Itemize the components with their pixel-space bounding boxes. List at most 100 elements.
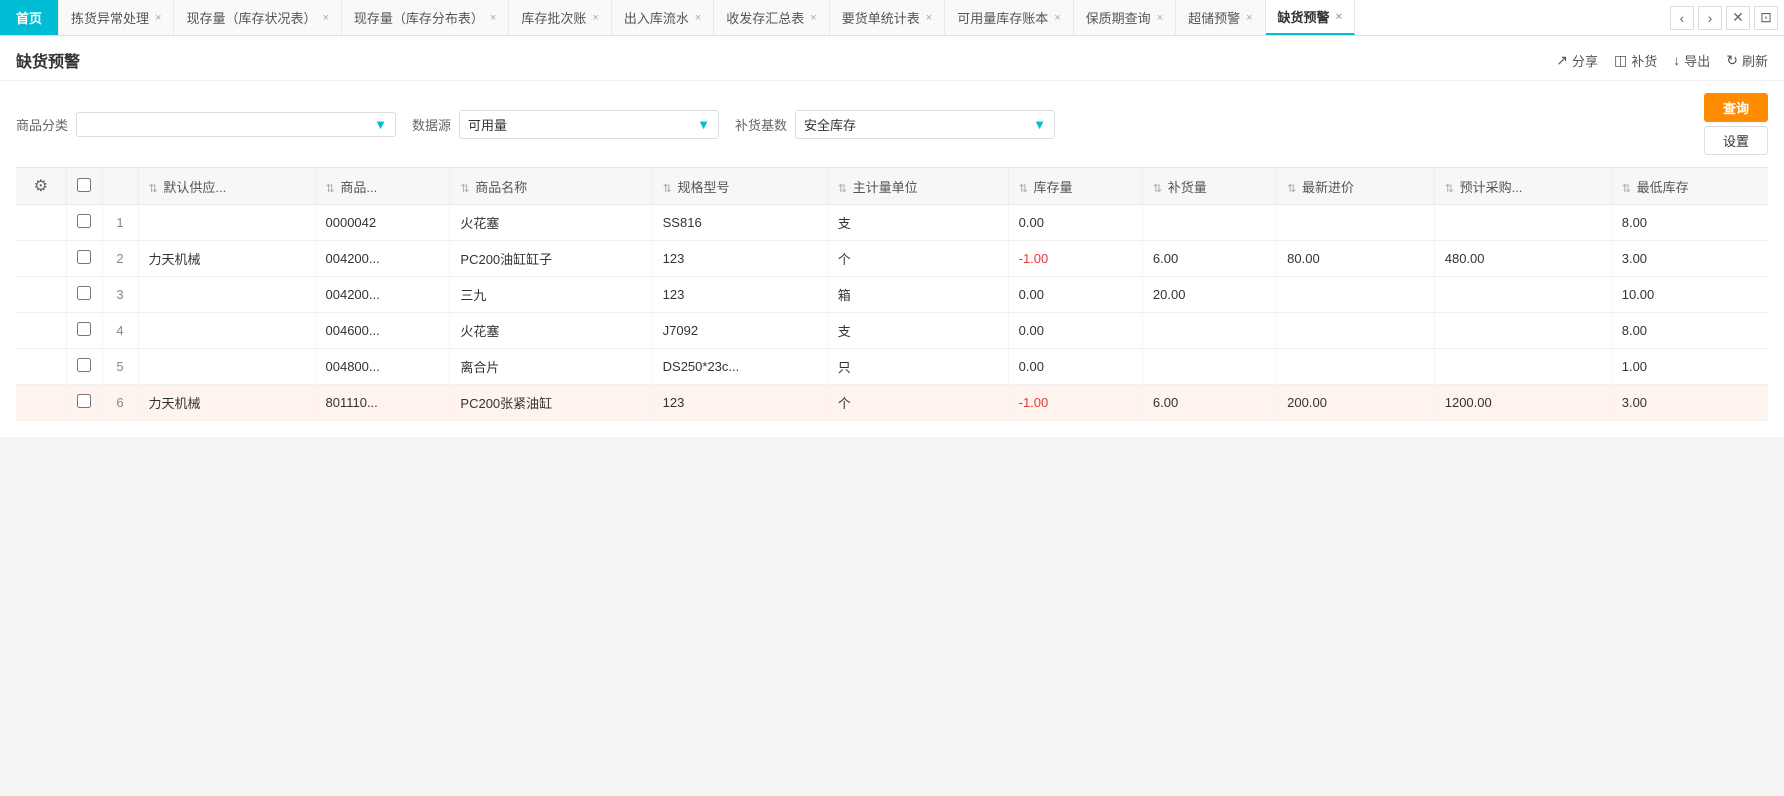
tab-expiry-query-close[interactable]: × xyxy=(1157,12,1163,24)
replenish-base-filter-label: 补货基数 xyxy=(735,115,787,134)
export-button[interactable]: ↓ 导出 xyxy=(1673,51,1710,70)
row-unit: 支 xyxy=(827,205,1008,241)
tab-shortage-warning-close[interactable]: × xyxy=(1336,11,1342,23)
tab-home[interactable]: 首页 xyxy=(0,0,59,35)
replenish-button[interactable]: ◫ 补货 xyxy=(1614,51,1657,70)
row-product-code: 004800... xyxy=(315,349,450,385)
datasource-select[interactable]: 可用量 ▼ xyxy=(459,110,719,139)
product-name-sort-icon[interactable]: ⇅ xyxy=(460,183,469,195)
tab-shortage-warning[interactable]: 缺货预警 × xyxy=(1266,0,1355,35)
category-select[interactable]: ▼ xyxy=(76,112,396,137)
tab-shortage-warning-label: 缺货预警 xyxy=(1278,7,1330,26)
row-num: 3 xyxy=(102,277,138,313)
row-spec: 123 xyxy=(652,241,827,277)
row-stock: -1.00 xyxy=(1008,385,1142,421)
table-row: 3 004200... 三九 123 箱 0.00 20.00 10.00 xyxy=(16,277,1768,313)
tab-recv-summary-close[interactable]: × xyxy=(810,12,816,24)
row-checkbox[interactable] xyxy=(77,286,91,300)
row-stock: -1.00 xyxy=(1008,241,1142,277)
th-product-code: ⇅ 商品... xyxy=(315,168,450,205)
row-estimated-purchase xyxy=(1434,313,1611,349)
row-supplier: 力天机械 xyxy=(138,385,315,421)
settings-gear-icon[interactable]: ⚙ xyxy=(34,178,48,195)
row-latest-price xyxy=(1277,313,1435,349)
tab-available-ledger[interactable]: 可用量库存账本 × xyxy=(945,0,1073,35)
estimated-purchase-sort-icon[interactable]: ⇅ xyxy=(1445,183,1454,195)
row-unit: 个 xyxy=(827,385,1008,421)
product-code-sort-icon[interactable]: ⇅ xyxy=(326,183,335,195)
row-replenish: 20.00 xyxy=(1142,277,1276,313)
replenish-base-select[interactable]: 安全库存 ▼ xyxy=(795,110,1055,139)
min-stock-sort-icon[interactable]: ⇅ xyxy=(1622,183,1631,195)
tab-inout-flow-label: 出入库流水 xyxy=(624,8,689,27)
spec-sort-icon[interactable]: ⇅ xyxy=(663,183,672,195)
tab-demand-stats-label: 要货单统计表 xyxy=(842,8,920,27)
tab-inout-flow[interactable]: 出入库流水 × xyxy=(612,0,714,35)
row-num: 1 xyxy=(102,205,138,241)
tab-overstock-warning[interactable]: 超储预警 × xyxy=(1176,0,1265,35)
tab-batch-account[interactable]: 库存批次账 × xyxy=(509,0,611,35)
row-product-name: 离合片 xyxy=(450,349,652,385)
row-estimated-purchase xyxy=(1434,349,1611,385)
th-spec: ⇅ 规格型号 xyxy=(652,168,827,205)
tab-abnormal-close[interactable]: × xyxy=(155,12,161,24)
row-checkbox[interactable] xyxy=(77,322,91,336)
row-product-name: 火花塞 xyxy=(450,205,652,241)
supplier-sort-icon[interactable]: ⇅ xyxy=(149,183,158,195)
row-settings-cell xyxy=(16,205,66,241)
row-replenish xyxy=(1142,313,1276,349)
tab-inventory-status-close[interactable]: × xyxy=(322,12,328,24)
row-product-code: 801110... xyxy=(315,385,450,421)
th-product-code-label: 商品... xyxy=(340,180,377,195)
tab-overstock-warning-close[interactable]: × xyxy=(1246,12,1252,24)
page-title: 缺货预警 xyxy=(16,48,1556,72)
tab-expiry-query[interactable]: 保质期查询 × xyxy=(1074,0,1176,35)
row-num: 5 xyxy=(102,349,138,385)
tab-next-button[interactable]: › xyxy=(1698,6,1722,30)
row-min-stock: 3.00 xyxy=(1611,385,1768,421)
row-min-stock: 1.00 xyxy=(1611,349,1768,385)
tab-batch-account-close[interactable]: × xyxy=(592,12,598,24)
tab-inventory-dist[interactable]: 现存量（库存分布表） × xyxy=(342,0,509,35)
tab-inventory-status[interactable]: 现存量（库存状况表） × xyxy=(174,0,341,35)
row-settings-cell xyxy=(16,313,66,349)
replenish-sort-icon[interactable]: ⇅ xyxy=(1153,183,1162,195)
row-replenish xyxy=(1142,349,1276,385)
header-actions: ↗ 分享 ◫ 补货 ↓ 导出 ↻ 刷新 xyxy=(1556,51,1768,70)
tab-inventory-dist-close[interactable]: × xyxy=(490,12,496,24)
row-checkbox[interactable] xyxy=(77,214,91,228)
tab-recv-summary[interactable]: 收发存汇总表 × xyxy=(714,0,829,35)
row-product-name: PC200张紧油缸 xyxy=(450,385,652,421)
tab-bar: 首页 拣货异常处理 × 现存量（库存状况表） × 现存量（库存分布表） × 库存… xyxy=(0,0,1784,36)
th-latest-price: ⇅ 最新进价 xyxy=(1277,168,1435,205)
tab-prev-button[interactable]: ‹ xyxy=(1670,6,1694,30)
tab-inout-flow-close[interactable]: × xyxy=(695,12,701,24)
row-replenish: 6.00 xyxy=(1142,385,1276,421)
tab-expand-button[interactable]: ⊡ xyxy=(1754,6,1778,30)
row-checkbox[interactable] xyxy=(77,358,91,372)
row-checkbox[interactable] xyxy=(77,250,91,264)
unit-sort-icon[interactable]: ⇅ xyxy=(838,183,847,195)
tab-abnormal[interactable]: 拣货异常处理 × xyxy=(59,0,174,35)
tab-close-button[interactable]: ✕ xyxy=(1726,6,1750,30)
th-stock-label: 库存量 xyxy=(1033,180,1072,195)
table-row: 1 0000042 火花塞 SS816 支 0.00 8.00 xyxy=(16,205,1768,241)
refresh-button[interactable]: ↻ 刷新 xyxy=(1726,51,1768,70)
tab-inventory-status-label: 现存量（库存状况表） xyxy=(186,8,316,27)
page-header: 缺货预警 ↗ 分享 ◫ 补货 ↓ 导出 ↻ 刷新 xyxy=(0,36,1784,81)
tab-available-ledger-close[interactable]: × xyxy=(1054,12,1060,24)
th-replenish: ⇅ 补货量 xyxy=(1142,168,1276,205)
row-spec: SS816 xyxy=(652,205,827,241)
row-checkbox[interactable] xyxy=(77,394,91,408)
query-button[interactable]: 查询 xyxy=(1704,93,1768,122)
table-row: 5 004800... 离合片 DS250*23c... 只 0.00 1.00 xyxy=(16,349,1768,385)
table-row: 2 力天机械 004200... PC200油缸缸子 123 个 -1.00 6… xyxy=(16,241,1768,277)
settings-button[interactable]: 设置 xyxy=(1704,126,1768,155)
stock-sort-icon[interactable]: ⇅ xyxy=(1019,183,1028,195)
tab-demand-stats-close[interactable]: × xyxy=(926,12,932,24)
row-checkbox-cell xyxy=(66,385,102,421)
tab-demand-stats[interactable]: 要货单统计表 × xyxy=(830,0,945,35)
select-all-checkbox[interactable] xyxy=(77,178,91,192)
latest-price-sort-icon[interactable]: ⇅ xyxy=(1287,183,1296,195)
share-button[interactable]: ↗ 分享 xyxy=(1556,51,1598,70)
